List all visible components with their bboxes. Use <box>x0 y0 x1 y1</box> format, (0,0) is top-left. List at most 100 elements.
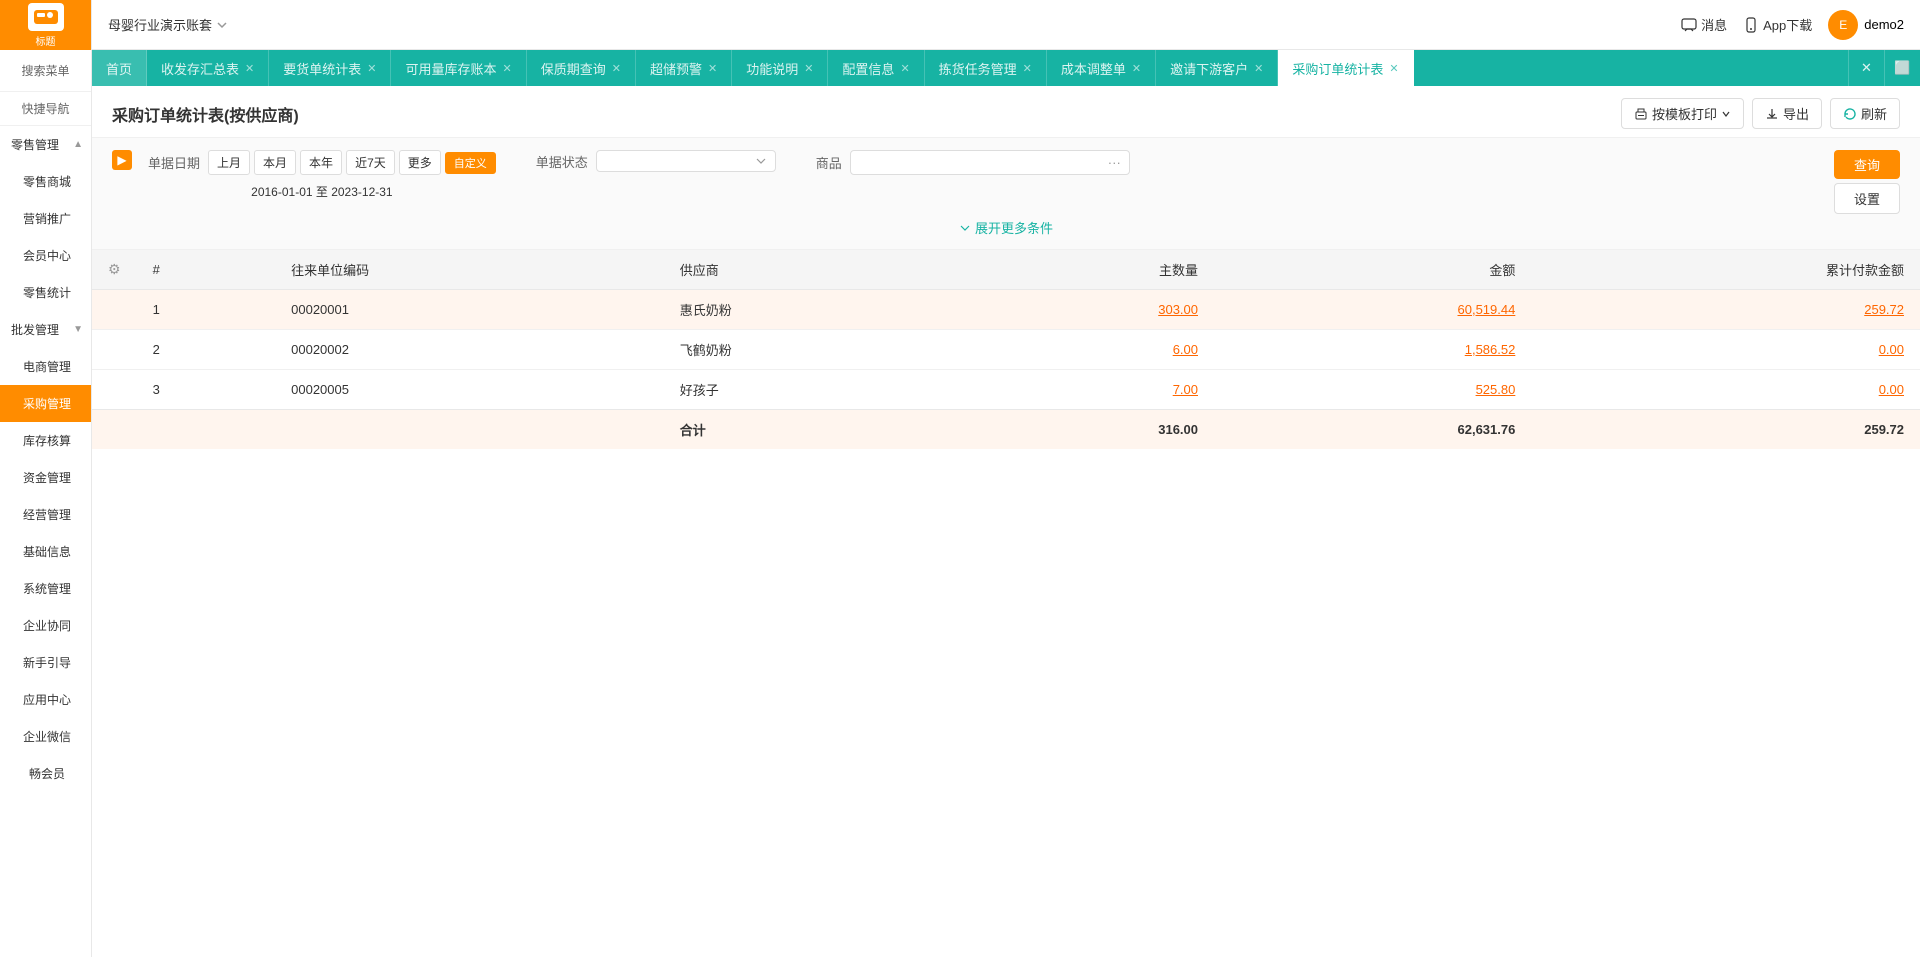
sidebar-item-purchase[interactable]: 采购管理 <box>0 385 91 422</box>
sidebar-menu: 零售管理 ▲ 零售商城 营销推广 会员中心 零售统计 批发管理 ▼ 电商管理 采… <box>0 126 91 957</box>
sidebar-quick-section[interactable]: 快捷导航 <box>0 92 91 126</box>
tab-purchase-stats[interactable]: 采购订单统计表 ✕ <box>1278 50 1413 86</box>
date-btn-last-month[interactable]: 上月 <box>208 150 250 175</box>
sidebar-item-inventory-label: 库存核算 <box>23 434 71 448</box>
tab-func-desc[interactable]: 功能说明 ✕ <box>732 50 828 86</box>
tab-overstock-close[interactable]: ✕ <box>708 62 717 75</box>
filter-expand-button[interactable]: ▶ <box>112 150 132 170</box>
sidebar-item-inventory[interactable]: 库存核算 <box>0 422 91 459</box>
footer-total-qty: 316.00 <box>961 410 1214 450</box>
row2-num: 2 <box>137 330 276 370</box>
date-btn-more[interactable]: 更多 <box>399 150 441 175</box>
refresh-button[interactable]: 刷新 <box>1830 98 1900 129</box>
sidebar-item-finance[interactable]: 资金管理 <box>0 459 91 496</box>
table-row: 1 00020001 惠氏奶粉 303.00 60,519.44 259.72 <box>92 290 1920 330</box>
user-menu[interactable]: E demo2 <box>1828 10 1904 40</box>
content-area: 采购订单统计表(按供应商) 按模板打印 导出 刷新 <box>92 86 1920 957</box>
row2-qty[interactable]: 6.00 <box>961 330 1214 370</box>
date-btn-this-month[interactable]: 本月 <box>254 150 296 175</box>
goods-filter: 商品 ··· <box>816 150 1130 175</box>
sidebar-item-member2[interactable]: 畅会员 <box>0 755 91 792</box>
status-select[interactable] <box>596 150 776 172</box>
tab-usable-inv[interactable]: 可用量库存账本 ✕ <box>391 50 526 86</box>
tab-cost-adj[interactable]: 成本调整单 ✕ <box>1047 50 1156 86</box>
row3-qty[interactable]: 7.00 <box>961 370 1214 410</box>
tab-home-label: 首页 <box>106 59 132 78</box>
sidebar-item-marketing[interactable]: 营销推广 <box>0 200 91 237</box>
filter-settings-button[interactable]: 设置 <box>1834 183 1900 214</box>
tab-config[interactable]: 配置信息 ✕ <box>828 50 924 86</box>
row1-paid[interactable]: 259.72 <box>1531 290 1920 330</box>
tab-expiry[interactable]: 保质期查询 ✕ <box>527 50 636 86</box>
query-button[interactable]: 查询 <box>1834 150 1900 179</box>
tab-invite-down-close[interactable]: ✕ <box>1254 62 1263 75</box>
tab-home[interactable]: 首页 <box>92 50 147 86</box>
sidebar-search-section[interactable]: 搜索菜单 <box>0 50 91 92</box>
date-btn-this-year[interactable]: 本年 <box>300 150 342 175</box>
tab-invite-down[interactable]: 邀请下游客户 ✕ <box>1156 50 1278 86</box>
tab-pick-task[interactable]: 拣货任务管理 ✕ <box>925 50 1047 86</box>
tab-func-desc-close[interactable]: ✕ <box>804 62 813 75</box>
phone-icon <box>1743 17 1759 33</box>
message-button[interactable]: 消息 <box>1681 15 1727 34</box>
sidebar-item-ecommerce[interactable]: 电商管理 <box>0 348 91 385</box>
row2-amount[interactable]: 1,586.52 <box>1214 330 1531 370</box>
sidebar-item-member[interactable]: 会员中心 <box>0 237 91 274</box>
sidebar-item-enterprise[interactable]: 企业协同 <box>0 607 91 644</box>
tab-overstock[interactable]: 超储预警 ✕ <box>636 50 732 86</box>
tab-expiry-close[interactable]: ✕ <box>612 62 621 75</box>
sidebar-quick-button[interactable]: 快捷导航 <box>6 100 85 117</box>
tab-config-label: 配置信息 <box>842 59 894 78</box>
row1-unit-code: 00020001 <box>275 290 664 330</box>
sidebar-item-retail[interactable]: 零售管理 ▲ <box>0 126 91 163</box>
row2-paid[interactable]: 0.00 <box>1531 330 1920 370</box>
date-btn-custom[interactable]: 自定义 <box>445 152 496 174</box>
app-download-button[interactable]: App下载 <box>1743 15 1812 34</box>
page-title: 采购订单统计表(按供应商) <box>112 102 299 126</box>
row1-amount[interactable]: 60,519.44 <box>1214 290 1531 330</box>
export-button[interactable]: 导出 <box>1752 98 1822 129</box>
sidebar-item-operations[interactable]: 经营管理 <box>0 496 91 533</box>
tab-pick-task-label: 拣货任务管理 <box>939 59 1017 78</box>
close-tab-button[interactable]: ✕ <box>1848 50 1884 86</box>
batch-expand-icon: ▼ <box>73 324 83 335</box>
filter-top-row: ▶ 单据日期 上月 本月 本年 近7天 更多 自定义 <box>112 150 1900 214</box>
account-selector[interactable]: 母婴行业演示账套 <box>108 15 228 34</box>
tab-recv-send-close[interactable]: ✕ <box>245 62 254 75</box>
sidebar-item-batch[interactable]: 批发管理 ▼ <box>0 311 91 348</box>
sidebar-item-ecommerce-label: 电商管理 <box>23 360 71 374</box>
sidebar-logo: 标题 <box>0 0 91 50</box>
sidebar-item-shop[interactable]: 零售商城 <box>0 163 91 200</box>
tab-pick-task-close[interactable]: ✕ <box>1023 62 1032 75</box>
tab-cost-adj-close[interactable]: ✕ <box>1132 62 1141 75</box>
row3-paid[interactable]: 0.00 <box>1531 370 1920 410</box>
table-settings-icon[interactable]: ⚙ <box>108 261 121 277</box>
sidebar-item-newbie[interactable]: 新手引导 <box>0 644 91 681</box>
tab-purchase-stats-label: 采购订单统计表 <box>1292 59 1383 78</box>
logo-icon <box>28 3 64 31</box>
printer-icon <box>1634 107 1648 121</box>
tab-order-stats[interactable]: 要货单统计表 ✕ <box>269 50 391 86</box>
sidebar-item-basic[interactable]: 基础信息 <box>0 533 91 570</box>
expand-more-conditions[interactable]: 展开更多条件 <box>112 218 1900 237</box>
date-btn-7days[interactable]: 近7天 <box>346 150 395 175</box>
tab-order-stats-close[interactable]: ✕ <box>367 62 376 75</box>
tab-config-close[interactable]: ✕ <box>900 62 909 75</box>
sidebar-item-retail-stats[interactable]: 零售统计 <box>0 274 91 311</box>
row3-amount[interactable]: 525.80 <box>1214 370 1531 410</box>
topbar: 母婴行业演示账套 消息 App下载 E demo2 <box>92 0 1920 50</box>
sidebar-item-retail-label: 零售管理 <box>11 136 59 153</box>
sidebar-item-system[interactable]: 系统管理 <box>0 570 91 607</box>
tab-purchase-stats-close[interactable]: ✕ <box>1389 62 1398 75</box>
goods-input[interactable]: ··· <box>850 150 1130 175</box>
footer-empty3 <box>275 410 664 450</box>
row3-unit-code: 00020005 <box>275 370 664 410</box>
sidebar-search-button[interactable]: 搜索菜单 <box>6 58 85 83</box>
maximize-button[interactable]: ⬜ <box>1884 50 1920 86</box>
print-button[interactable]: 按模板打印 <box>1621 98 1744 129</box>
row1-qty[interactable]: 303.00 <box>961 290 1214 330</box>
sidebar-item-apps[interactable]: 应用中心 <box>0 681 91 718</box>
tab-recv-send[interactable]: 收发存汇总表 ✕ <box>147 50 269 86</box>
sidebar-item-wechat[interactable]: 企业微信 <box>0 718 91 755</box>
tab-usable-inv-close[interactable]: ✕ <box>503 62 512 75</box>
